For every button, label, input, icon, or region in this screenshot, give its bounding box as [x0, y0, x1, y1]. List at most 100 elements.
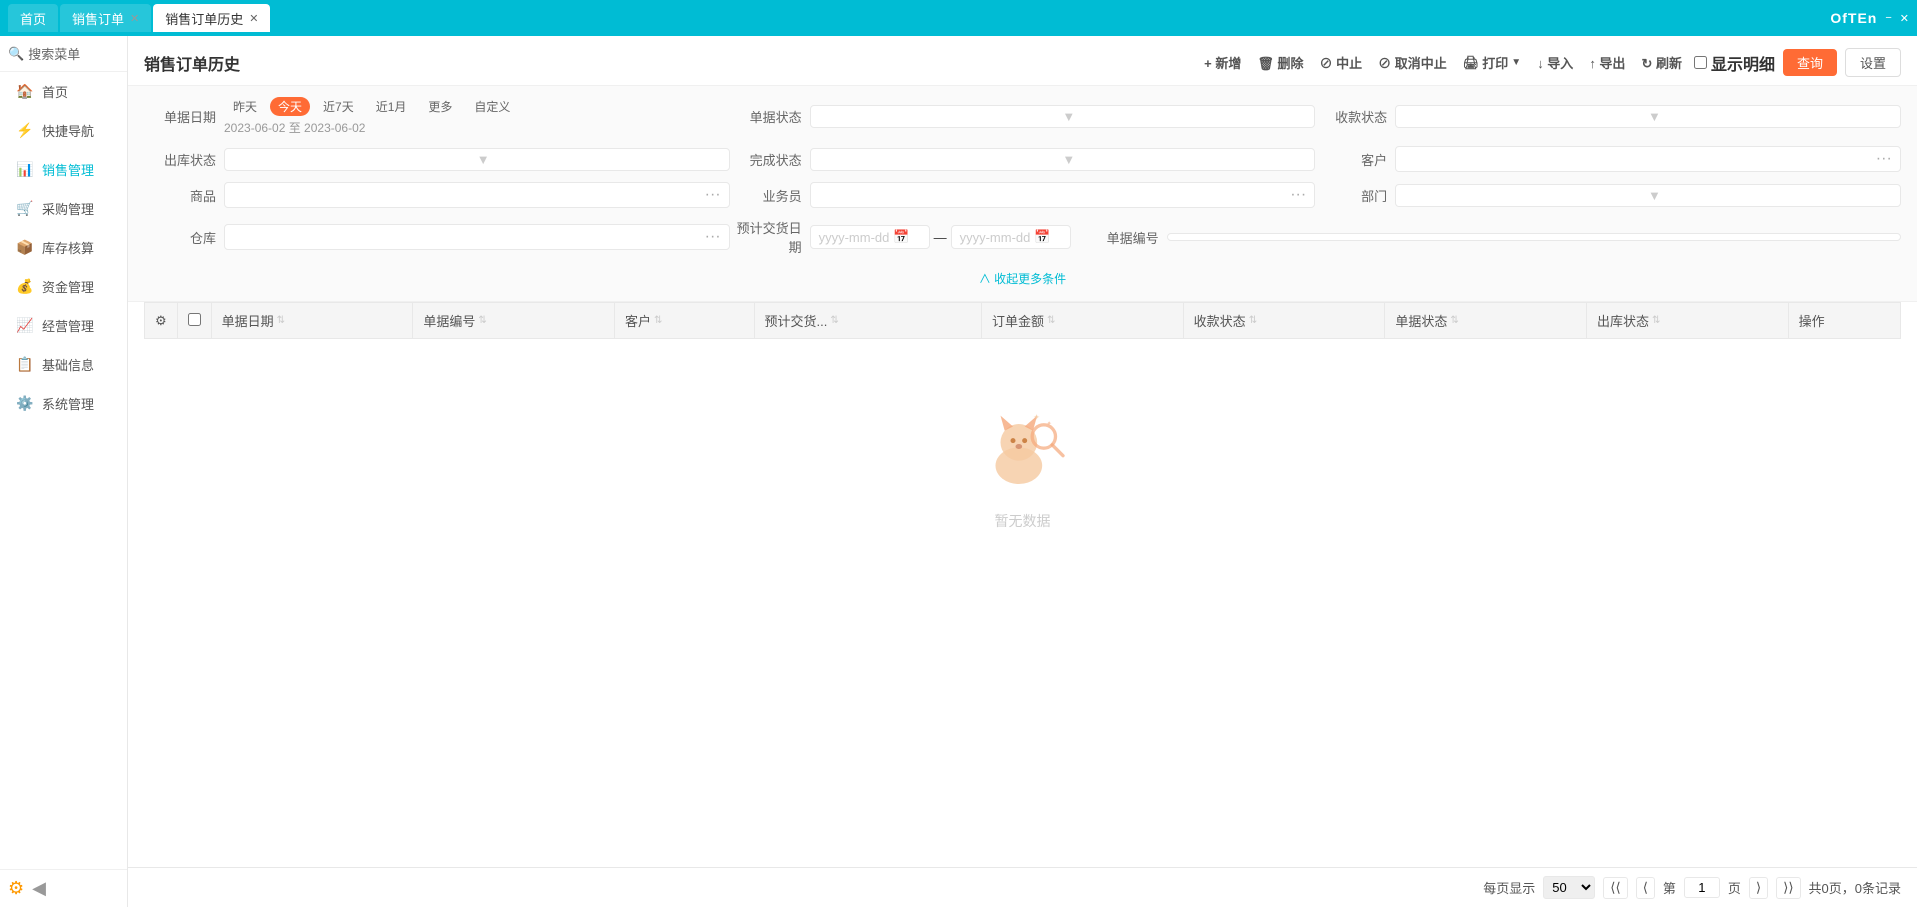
th-customer[interactable]: 客户 ⇅: [614, 303, 754, 339]
department-control[interactable]: ▼: [1395, 184, 1901, 207]
sidebar-item-home[interactable]: 🏠 首页: [0, 72, 127, 111]
doc-number-input[interactable]: [1167, 233, 1901, 241]
warehouse-control[interactable]: ···: [224, 224, 730, 250]
date-tag-custom[interactable]: 自定义: [465, 96, 519, 117]
th-doc-number[interactable]: 单据编号 ⇅: [413, 303, 615, 339]
close-sales-order-tab[interactable]: ✕: [130, 12, 139, 25]
window-minimize[interactable]: −: [1885, 12, 1891, 24]
tab-bar: 首页 销售订单 ✕ 销售订单历史 ✕: [8, 4, 270, 32]
sidebar-item-finance[interactable]: 💰 资金管理: [0, 267, 127, 306]
sidebar-item-basic-info[interactable]: 📋 基础信息: [0, 345, 127, 384]
delivery-status-control[interactable]: ▼: [224, 148, 730, 171]
show-detail-checkbox[interactable]: [1694, 56, 1707, 69]
delete-btn[interactable]: 🗑 删除: [1253, 51, 1307, 74]
table-settings-icon[interactable]: ⚙: [155, 313, 167, 328]
prev-page-btn[interactable]: ⟨: [1636, 877, 1655, 899]
print-dropdown-icon[interactable]: ▼: [1511, 57, 1521, 68]
receipt-status-control[interactable]: ▼: [1395, 105, 1901, 128]
sidebar-collapse-btn[interactable]: ◀: [32, 878, 46, 899]
receipt-status-arrow-icon: ▼: [1648, 109, 1892, 124]
svg-text:✦: ✦: [1033, 412, 1040, 422]
new-btn[interactable]: + 新增: [1200, 51, 1245, 74]
receipt-status-select[interactable]: ▼: [1395, 105, 1901, 128]
expected-date-start[interactable]: yyyy-mm-dd 📅: [810, 225, 930, 249]
sidebar-item-quick-nav[interactable]: ⚡ 快捷导航: [0, 111, 127, 150]
goods-input[interactable]: ···: [224, 182, 730, 208]
total-records: 共0页，0条记录: [1809, 878, 1901, 897]
last-page-btn[interactable]: ⟩⟩: [1776, 877, 1800, 899]
filter-area: 单据日期 昨天 今天 近7天 近1月 更多 自定义 2023-06-02 至 2…: [128, 86, 1917, 302]
goods-dots-icon[interactable]: ···: [705, 186, 721, 204]
sidebar-item-system[interactable]: ⚙️ 系统管理: [0, 384, 127, 423]
salesperson-input[interactable]: ···: [810, 182, 1316, 208]
window-close[interactable]: ✕: [1900, 12, 1909, 25]
calendar-end-icon[interactable]: 📅: [1034, 229, 1050, 245]
salesperson-control[interactable]: ···: [810, 182, 1316, 208]
date-tag-more[interactable]: 更多: [419, 96, 461, 117]
finance-icon: 💰: [16, 278, 34, 296]
delivery-status-select[interactable]: ▼: [224, 148, 730, 171]
doc-status-select[interactable]: ▼: [810, 105, 1316, 128]
sidebar-settings-btn[interactable]: ⚙: [8, 878, 24, 899]
tab-home[interactable]: 首页: [8, 4, 58, 32]
page-size-select[interactable]: 50 10 20 100: [1543, 876, 1595, 899]
sidebar-item-purchase[interactable]: 🛒 采购管理: [0, 189, 127, 228]
cancel-stop-btn[interactable]: ⊘ 取消中止: [1374, 51, 1451, 74]
tab-sales-order[interactable]: 销售订单 ✕: [60, 4, 151, 32]
top-bar: 首页 销售订单 ✕ 销售订单历史 ✕ OfTEn − ✕: [0, 0, 1917, 36]
purchase-icon: 🛒: [16, 200, 34, 218]
sidebar-item-sales[interactable]: 📊 销售管理: [0, 150, 127, 189]
goods-control[interactable]: ···: [224, 182, 730, 208]
export-btn[interactable]: ↑ 导出: [1585, 51, 1629, 74]
expected-date-end[interactable]: yyyy-mm-dd 📅: [951, 225, 1071, 249]
first-page-btn[interactable]: ⟨⟨: [1603, 877, 1627, 899]
th-receipt-status[interactable]: 收款状态 ⇅: [1183, 303, 1385, 339]
filter-row-2: 出库状态 ▼ 完成状态 ▼: [144, 146, 1901, 172]
th-checkbox[interactable]: [177, 303, 211, 339]
th-doc-status[interactable]: 单据状态 ⇅: [1385, 303, 1587, 339]
close-history-tab[interactable]: ✕: [249, 12, 258, 25]
show-detail-toggle[interactable]: 显示明细: [1694, 51, 1775, 75]
complete-status-select[interactable]: ▼: [810, 148, 1316, 171]
sidebar-item-operations[interactable]: 📈 经营管理: [0, 306, 127, 345]
doc-status-control[interactable]: ▼: [810, 105, 1316, 128]
date-tag-today[interactable]: 今天: [270, 97, 310, 116]
date-tag-7days[interactable]: 近7天: [314, 96, 363, 117]
settings-btn[interactable]: 设置: [1845, 48, 1901, 77]
next-page-btn[interactable]: ⟩: [1749, 877, 1768, 899]
calendar-start-icon[interactable]: 📅: [893, 229, 909, 245]
salesperson-dots-icon[interactable]: ···: [1290, 186, 1306, 204]
doc-status-arrow-icon: ▼: [1062, 109, 1306, 124]
refresh-btn[interactable]: ↻ 刷新: [1637, 51, 1686, 74]
complete-status-control[interactable]: ▼: [810, 148, 1316, 171]
th-expected-delivery[interactable]: 预计交货... ⇅: [754, 303, 982, 339]
page-number-input[interactable]: [1684, 877, 1720, 898]
collapse-bar[interactable]: ∧ 收起更多条件: [144, 266, 1901, 291]
select-all-checkbox[interactable]: [188, 313, 201, 326]
sidebar-bottom: ⚙ ◀: [0, 869, 127, 907]
filter-group-customer: 客户 ···: [1315, 146, 1901, 172]
customer-control[interactable]: ···: [1395, 146, 1901, 172]
warehouse-input[interactable]: ···: [224, 224, 730, 250]
department-select[interactable]: ▼: [1395, 184, 1901, 207]
th-settings[interactable]: ⚙: [145, 303, 178, 339]
customer-input[interactable]: ···: [1395, 146, 1901, 172]
delivery-status-label: 出库状态: [144, 150, 224, 169]
date-tag-yesterday[interactable]: 昨天: [224, 96, 266, 117]
th-doc-date[interactable]: 单据日期 ⇅: [211, 303, 413, 339]
sort-customer-icon: ⇅: [654, 315, 662, 326]
tab-sales-order-history[interactable]: 销售订单历史 ✕: [153, 4, 270, 32]
stop-btn[interactable]: ⊘ 中止: [1316, 51, 1367, 74]
sidebar-item-inventory[interactable]: 📦 库存核算: [0, 228, 127, 267]
query-btn[interactable]: 查询: [1783, 49, 1837, 76]
warehouse-dots-icon[interactable]: ···: [705, 228, 721, 246]
sidebar-search[interactable]: 🔍 搜索菜单: [0, 36, 127, 72]
import-btn[interactable]: ↓ 导入: [1533, 51, 1577, 74]
svg-text:✦: ✦: [1046, 420, 1052, 428]
th-delivery-status[interactable]: 出库状态 ⇅: [1586, 303, 1788, 339]
doc-number-control[interactable]: [1167, 233, 1901, 241]
th-order-amount[interactable]: 订单金额 ⇅: [982, 303, 1184, 339]
date-tag-1month[interactable]: 近1月: [367, 96, 416, 117]
customer-dots-icon[interactable]: ···: [1876, 150, 1892, 168]
print-btn[interactable]: 🖨 打印 ▼: [1459, 51, 1525, 74]
